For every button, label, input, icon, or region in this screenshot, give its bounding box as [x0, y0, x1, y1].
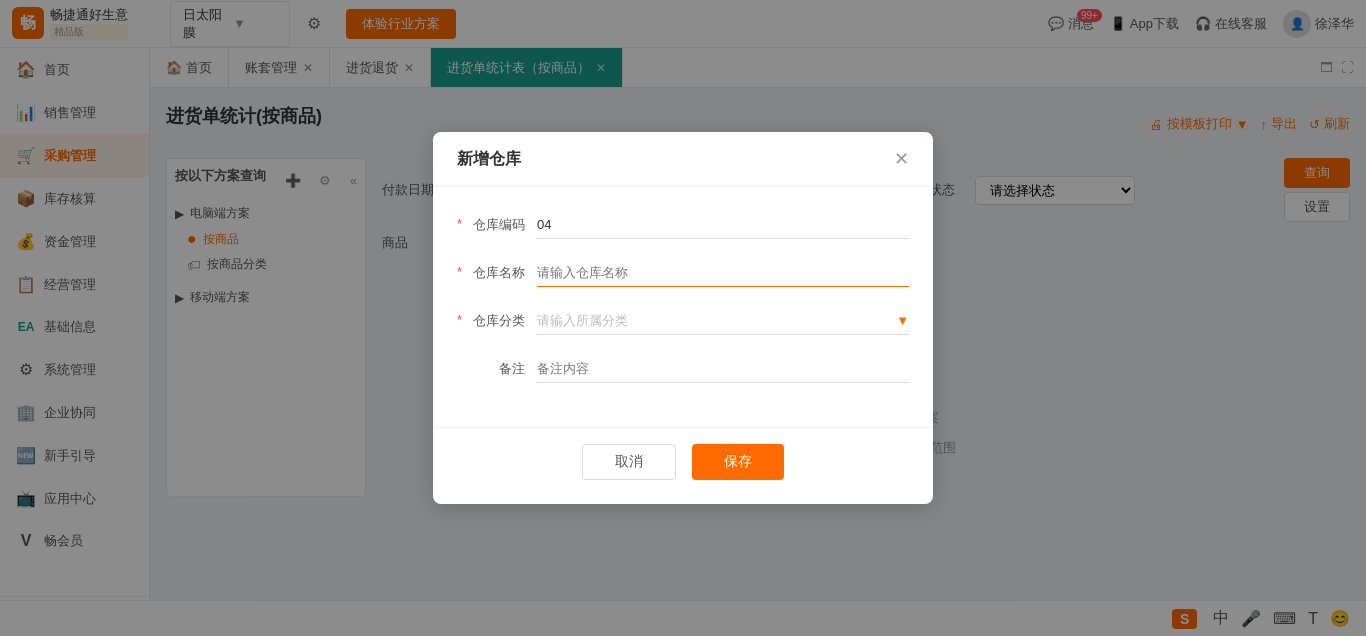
form-row-name: 仓库名称	[457, 259, 909, 287]
dialog-body: 仓库编码 仓库名称 仓库分类 请输入所属分类 ▼ 备注	[433, 187, 933, 427]
name-input[interactable]	[537, 259, 909, 287]
save-button[interactable]: 保存	[692, 444, 784, 480]
category-select-wrapper: 请输入所属分类 ▼	[537, 307, 909, 335]
category-select[interactable]: 请输入所属分类	[537, 313, 896, 328]
dialog-new-warehouse: 新增仓库 ✕ 仓库编码 仓库名称 仓库分类 请输入所属分类 ▼	[433, 132, 933, 504]
code-input[interactable]	[537, 211, 909, 239]
modal-overlay[interactable]: 新增仓库 ✕ 仓库编码 仓库名称 仓库分类 请输入所属分类 ▼	[0, 0, 1366, 636]
dialog-title: 新增仓库	[457, 149, 521, 170]
category-label: 仓库分类	[457, 312, 537, 330]
form-row-code: 仓库编码	[457, 211, 909, 239]
dialog-close-button[interactable]: ✕	[894, 148, 909, 170]
code-label: 仓库编码	[457, 216, 537, 234]
note-input[interactable]	[537, 355, 909, 383]
form-row-note: 备注	[457, 355, 909, 383]
name-label: 仓库名称	[457, 264, 537, 282]
note-label: 备注	[457, 360, 537, 378]
category-dropdown-arrow: ▼	[896, 313, 909, 328]
dialog-footer: 取消 保存	[433, 427, 933, 504]
cancel-button[interactable]: 取消	[582, 444, 676, 480]
dialog-header: 新增仓库 ✕	[433, 132, 933, 187]
form-row-category: 仓库分类 请输入所属分类 ▼	[457, 307, 909, 335]
